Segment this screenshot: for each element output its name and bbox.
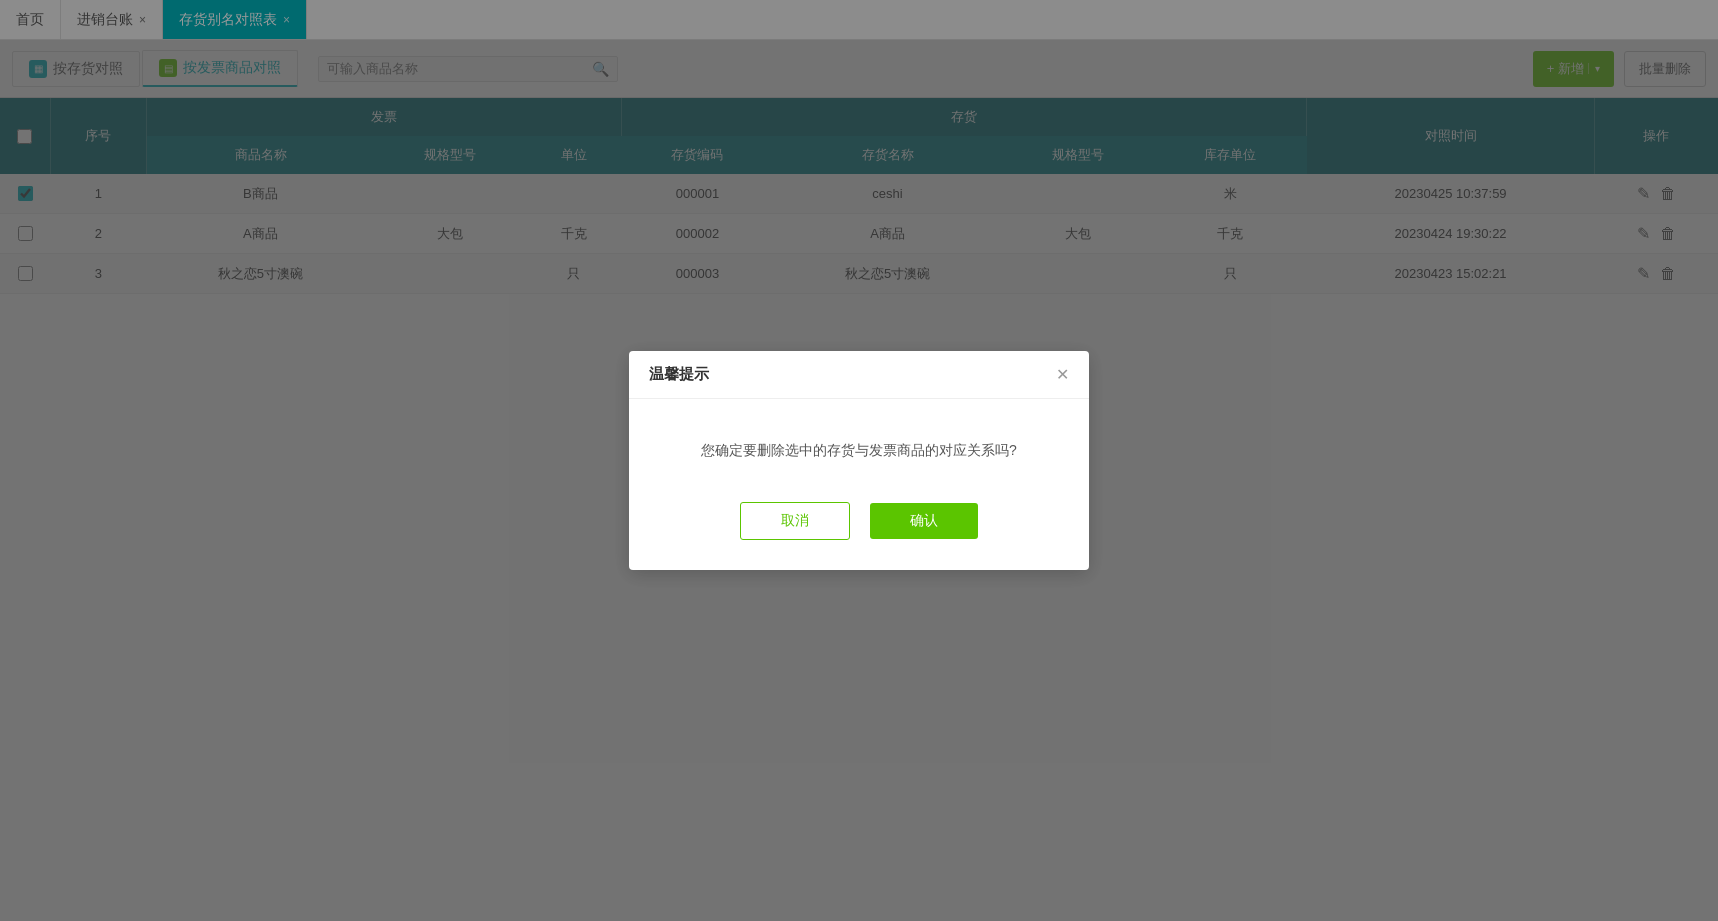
modal-body: 您确定要删除选中的存货与发票商品的对应关系吗?	[629, 399, 1089, 491]
modal-close-button[interactable]: ✕	[1056, 367, 1069, 383]
modal-box: 温馨提示 ✕ 您确定要删除选中的存货与发票商品的对应关系吗? 取消 确认	[629, 351, 1089, 569]
modal-message: 您确定要删除选中的存货与发票商品的对应关系吗?	[701, 442, 1017, 458]
modal-footer: 取消 确认	[629, 492, 1089, 570]
modal-header: 温馨提示 ✕	[629, 351, 1089, 399]
modal-cancel-button[interactable]: 取消	[740, 502, 850, 540]
modal-title: 温馨提示	[649, 365, 709, 384]
modal-confirm-button[interactable]: 确认	[870, 503, 978, 539]
modal-overlay: 温馨提示 ✕ 您确定要删除选中的存货与发票商品的对应关系吗? 取消 确认	[0, 0, 1718, 921]
